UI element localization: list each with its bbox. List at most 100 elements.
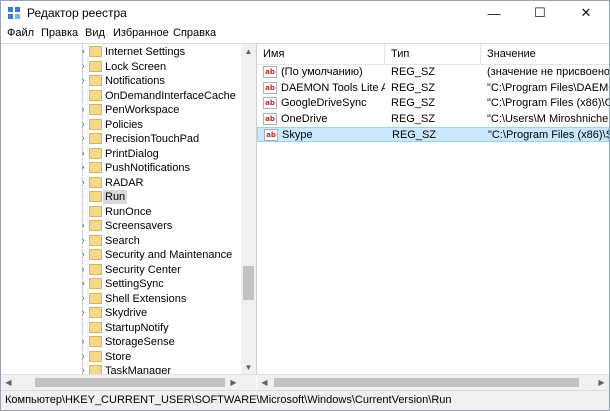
values-list-pane[interactable]: Имя Тип Значение ab (По умолчанию) REG_SZ (…: [257, 43, 609, 375]
chevron-right-icon[interactable]: ›: [78, 161, 88, 175]
value-row[interactable]: ab OneDrive REG_SZ "C:\Users\M Miroshnichen…: [257, 112, 609, 127]
value-row[interactable]: ab DAEMON Tools Lite Au... REG_SZ "C:\Progr…: [257, 81, 609, 96]
folder-icon: [89, 321, 102, 333]
scroll-up-arrow-icon[interactable]: ▲: [241, 44, 256, 59]
tree-item-label: RADAR: [105, 176, 144, 189]
tree-item[interactable]: Run: [1, 190, 241, 204]
chevron-right-icon[interactable]: ›: [78, 306, 88, 320]
tree-item[interactable]: OnDemandInterfaceCache: [1, 89, 241, 103]
chevron-right-icon[interactable]: ›: [78, 263, 88, 277]
chevron-right-icon[interactable]: ›: [78, 74, 88, 88]
value-type: REG_SZ: [391, 97, 436, 109]
tree-item[interactable]: RunOnce: [1, 205, 241, 219]
menu-edit[interactable]: Правка: [41, 27, 78, 39]
tree-item-label: Notifications: [105, 75, 165, 87]
string-value-icon: ab: [263, 66, 277, 78]
chevron-right-icon[interactable]: ›: [78, 60, 88, 74]
folder-icon: [89, 176, 102, 188]
tree-item[interactable]: › Lock Screen: [1, 60, 241, 74]
tree-item[interactable]: › Security Center: [1, 263, 241, 277]
chevron-right-icon[interactable]: ›: [78, 219, 88, 233]
tree-item-label: Run: [103, 190, 128, 204]
tree-item[interactable]: › Shell Extensions: [1, 292, 241, 306]
folder-icon: [89, 118, 102, 130]
tree-item[interactable]: › Policies: [1, 118, 241, 132]
tree-item[interactable]: › PenWorkspace: [1, 103, 241, 117]
folder-icon: [89, 350, 102, 362]
tree-vertical-scrollbar[interactable]: ▲ ▼: [241, 44, 256, 375]
column-header-name[interactable]: Имя: [257, 44, 385, 64]
values-scroll-left-arrow-icon[interactable]: ◀: [257, 375, 272, 390]
tree-item[interactable]: › Screensavers: [1, 219, 241, 233]
menu-view[interactable]: Вид: [85, 27, 105, 39]
chevron-right-icon[interactable]: ›: [78, 335, 88, 349]
tree-item-label: Store: [105, 350, 132, 363]
tree-item[interactable]: › Notifications: [1, 74, 241, 88]
folder-icon: [89, 234, 102, 246]
values-horizontal-scrollbar[interactable]: ◀ ▶: [257, 374, 609, 390]
values-hscroll-thumb[interactable]: [274, 378, 579, 387]
chevron-right-icon[interactable]: ›: [78, 132, 88, 146]
tree-item[interactable]: › Security and Maintenance: [1, 248, 241, 262]
scroll-down-arrow-icon[interactable]: ▼: [241, 360, 256, 375]
status-bar: Компьютер\HKEY_CURRENT_USER\SOFTWARE\Mic…: [1, 390, 609, 410]
value-type: REG_SZ: [391, 81, 436, 94]
tree-item[interactable]: › PrecisionTouchPad: [1, 132, 241, 146]
chevron-right-icon[interactable]: ›: [78, 103, 88, 117]
menu-bar: Файл Правка Вид Избранное Справка: [1, 25, 609, 43]
value-row[interactable]: ab (По умолчанию) REG_SZ (значение не присв…: [257, 65, 609, 80]
window-title: Редактор реестра: [27, 6, 127, 20]
tree-scroll-thumb[interactable]: [243, 266, 254, 300]
key-tree-pane[interactable]: › Internet Settings › Lock Screen › Notificat…: [1, 43, 257, 375]
tree-item-label: Internet Settings: [105, 46, 186, 58]
close-button[interactable]: ✕: [563, 1, 609, 25]
menu-file[interactable]: Файл: [7, 27, 34, 39]
chevron-right-icon[interactable]: ›: [78, 118, 88, 132]
chevron-right-icon[interactable]: ›: [78, 147, 88, 161]
column-header-data[interactable]: Значение: [481, 44, 609, 64]
tree-item-label: Policies: [105, 118, 143, 131]
tree-item[interactable]: › RADAR: [1, 176, 241, 190]
folder-icon: [89, 249, 102, 260]
tree-item-label: StartupNotify: [105, 321, 169, 334]
title-bar: Редактор реестра — ☐ ✕: [1, 1, 609, 25]
value-row[interactable]: ab GoogleDriveSync REG_SZ "C:\Program Files…: [257, 96, 609, 111]
tree-item[interactable]: › Skydrive: [1, 306, 241, 320]
tree-item[interactable]: › SettingSync: [1, 277, 241, 291]
chevron-right-icon[interactable]: ›: [78, 350, 88, 364]
value-type: REG_SZ: [392, 129, 437, 141]
tree-item[interactable]: › StorageSense: [1, 335, 241, 349]
tree-item[interactable]: › Internet Settings: [1, 45, 241, 59]
folder-icon: [89, 46, 102, 57]
tree-guide-line: [82, 43, 83, 374]
tree-item-label: StorageSense: [105, 336, 175, 348]
column-header-type[interactable]: Тип: [385, 44, 481, 64]
chevron-right-icon[interactable]: ›: [78, 176, 88, 190]
tree-item[interactable]: › PrintDialog: [1, 147, 241, 161]
tree-hscroll-thumb[interactable]: [35, 378, 225, 387]
tree-item-label: PrintDialog: [105, 147, 159, 160]
scroll-left-arrow-icon[interactable]: ◀: [1, 375, 16, 390]
tree-item-label: OnDemandInterfaceCache: [105, 89, 236, 102]
menu-favorites[interactable]: Избранное: [113, 27, 169, 39]
value-name: (По умолчанию): [281, 66, 363, 78]
chevron-right-icon[interactable]: ›: [78, 45, 88, 59]
minimize-button[interactable]: —: [471, 1, 517, 25]
tree-item[interactable]: › PushNotifications: [1, 161, 241, 175]
tree-item[interactable]: StartupNotify: [1, 321, 241, 335]
value-name: DAEMON Tools Lite Au...: [281, 81, 385, 94]
maximize-button[interactable]: ☐: [517, 1, 563, 25]
tree-item[interactable]: › Store: [1, 350, 241, 364]
folder-icon: [89, 263, 102, 275]
tree-horizontal-scrollbar[interactable]: ◀ ▶: [1, 374, 256, 390]
scroll-right-arrow-icon[interactable]: ▶: [226, 375, 241, 390]
value-row[interactable]: ab Skype REG_SZ "C:\Program Files (x86)\Sky…: [257, 127, 609, 142]
chevron-right-icon[interactable]: ›: [78, 248, 88, 262]
tree-item[interactable]: › Search: [1, 234, 241, 248]
values-scroll-right-arrow-icon[interactable]: ▶: [594, 375, 609, 390]
chevron-right-icon[interactable]: ›: [78, 292, 88, 306]
menu-help[interactable]: Справка: [173, 27, 216, 39]
folder-icon: [89, 162, 102, 173]
chevron-right-icon[interactable]: ›: [78, 277, 88, 291]
chevron-right-icon[interactable]: ›: [78, 234, 88, 248]
